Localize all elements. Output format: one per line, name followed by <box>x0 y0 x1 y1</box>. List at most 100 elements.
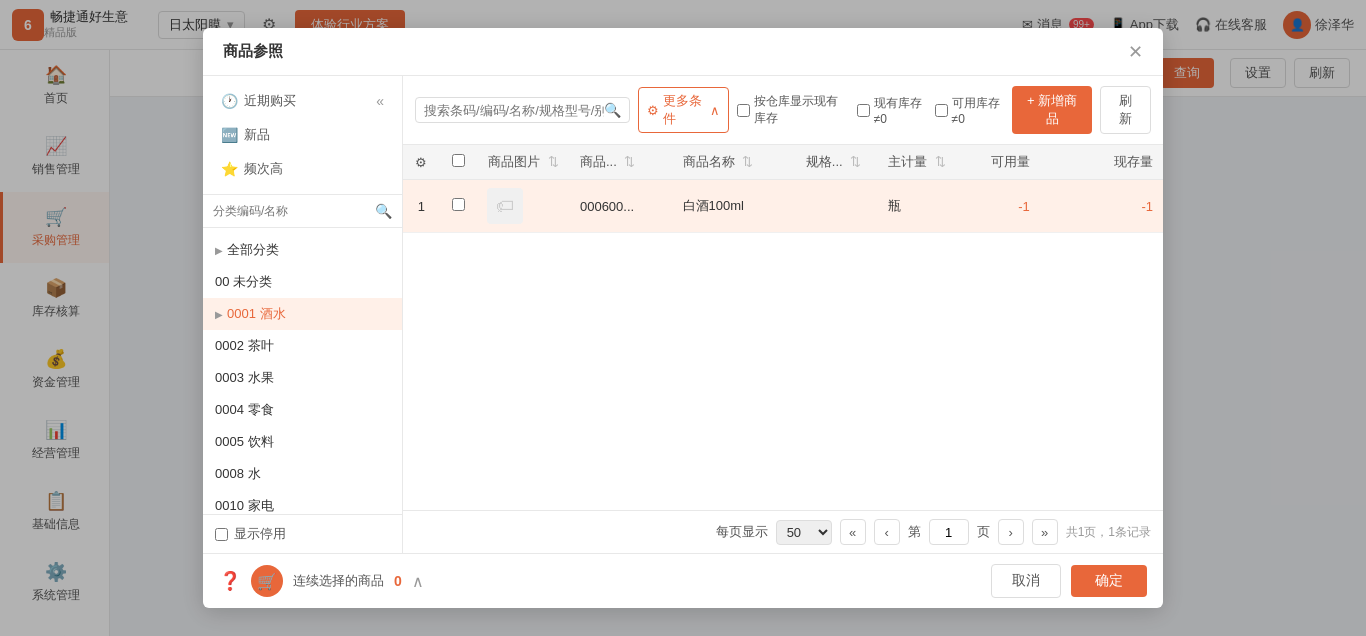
th-img: 商品图片 ⇅ <box>477 145 570 180</box>
prev-page-btn[interactable]: ‹ <box>874 519 900 545</box>
modal-footer: ❓ 🛒 连续选择的商品 0 ∧ 取消 确定 <box>203 553 1163 608</box>
next-page-btn[interactable]: › <box>998 519 1024 545</box>
modal-close-btn[interactable]: ✕ <box>1128 43 1143 61</box>
warehouse-label: 按仓库显示现有库存 <box>754 93 849 127</box>
category-item-water[interactable]: 0008 水 <box>203 458 402 490</box>
th-avail: 可用量 <box>958 145 1040 180</box>
modal-left-panel: 🕐 近期购买 « 🆕 新品 ⭐ 频次高 🔍 <box>203 76 403 553</box>
selected-label: 连续选择的商品 <box>293 572 384 590</box>
row-checkbox[interactable] <box>452 198 465 211</box>
checkbox-avail-ne0[interactable]: 可用库存≠0 <box>935 95 1005 126</box>
expand-icon[interactable]: ∧ <box>412 572 424 591</box>
category-label-tea: 0002 茶叶 <box>215 337 274 355</box>
th-name-label: 商品名称 <box>683 154 735 169</box>
chevron-up-icon: ∧ <box>710 103 720 118</box>
th-unit: 主计量 ⇅ <box>878 145 958 180</box>
clock-icon: 🕐 <box>221 93 238 109</box>
settings-col-icon[interactable]: ⚙ <box>415 155 427 170</box>
star-icon: ⭐ <box>221 161 238 177</box>
show-disabled-checkbox[interactable] <box>215 528 228 541</box>
th-name: 商品名称 ⇅ <box>673 145 796 180</box>
modal-body: 🕐 近期购买 « 🆕 新品 ⭐ 频次高 🔍 <box>203 76 1163 553</box>
cell-spec <box>796 180 878 233</box>
filter-icon: ⚙ <box>647 103 659 118</box>
warehouse-checkbox[interactable] <box>737 104 750 117</box>
table-row[interactable]: 1 🏷 000600... <box>403 180 1163 233</box>
category-list: ▶ 全部分类 00 未分类 ▶ 0001 酒水 0002 茶叶 0003 水果 <box>203 228 402 514</box>
show-disabled-label: 显示停用 <box>234 525 286 543</box>
modal-right-panel: 🔍 ⚙ 更多条件 ∧ 按仓库显示现有库存 现有库存≠0 <box>403 76 1163 553</box>
checkbox-stock-ne0[interactable]: 现有库存≠0 <box>857 95 927 126</box>
category-label-liquor: 0001 酒水 <box>227 305 286 323</box>
category-label-uncategorized: 00 未分类 <box>215 273 272 291</box>
category-label-all: 全部分类 <box>227 241 279 259</box>
cancel-btn[interactable]: 取消 <box>991 564 1061 598</box>
sort-unit-icon: ⇅ <box>935 154 946 169</box>
per-page-label: 每页显示 <box>716 523 768 541</box>
th-stock: 现存量 <box>1081 145 1163 180</box>
confirm-btn[interactable]: 确定 <box>1071 565 1147 597</box>
quick-links-section: 🕐 近期购买 « 🆕 新品 ⭐ 频次高 <box>203 76 402 195</box>
sort-spec-icon: ⇅ <box>850 154 861 169</box>
last-page-btn[interactable]: » <box>1032 519 1058 545</box>
category-item-fruit[interactable]: 0003 水果 <box>203 362 402 394</box>
filter-label: 更多条件 <box>663 92 706 128</box>
category-item-uncategorized[interactable]: 00 未分类 <box>203 266 402 298</box>
select-all-checkbox[interactable] <box>452 154 465 167</box>
checkbox-warehouse[interactable]: 按仓库显示现有库存 <box>737 93 849 127</box>
th-img-label: 商品图片 <box>488 154 540 169</box>
quick-link-new[interactable]: 🆕 新品 <box>213 120 392 150</box>
category-item-snack[interactable]: 0004 零食 <box>203 394 402 426</box>
collapse-icon[interactable]: « <box>376 93 384 109</box>
category-item-appliance[interactable]: 0010 家电 <box>203 490 402 514</box>
category-search-icon[interactable]: 🔍 <box>375 203 392 219</box>
refresh-btn[interactable]: 刷新 <box>1100 86 1151 134</box>
product-stock: -1 <box>1141 199 1153 214</box>
selected-count: 0 <box>394 573 402 589</box>
add-product-btn[interactable]: + 新增商品 <box>1012 86 1091 134</box>
cell-stock: -1 <box>1081 180 1163 233</box>
cell-unit: 瓶 <box>878 180 958 233</box>
product-table-container: ⚙ 商品图片 ⇅ 商品... <box>403 145 1163 510</box>
quick-link-frequent[interactable]: ⭐ 频次高 <box>213 154 392 184</box>
quick-link-frequent-label: 频次高 <box>244 160 283 178</box>
product-image: 🏷 <box>487 188 523 224</box>
per-page-select[interactable]: 50 100 <box>776 520 832 545</box>
stock-ne0-label: 现有库存≠0 <box>874 95 927 126</box>
first-page-btn[interactable]: « <box>840 519 866 545</box>
show-disabled-section: 显示停用 <box>203 514 402 553</box>
sort-name-icon: ⇅ <box>742 154 753 169</box>
new-icon: 🆕 <box>221 127 238 143</box>
page-number-input[interactable] <box>929 519 969 545</box>
cell-name: 白酒100ml <box>673 180 796 233</box>
cart-icon[interactable]: 🛒 <box>251 565 283 597</box>
category-item-beverage[interactable]: 0005 饮料 <box>203 426 402 458</box>
cell-num: 1 <box>403 180 440 233</box>
cell-code: 000600... <box>570 180 673 233</box>
help-icon[interactable]: ❓ <box>219 570 241 592</box>
stock-ne0-checkbox[interactable] <box>857 104 870 117</box>
product-search-box: 🔍 <box>415 97 630 123</box>
product-search-input[interactable] <box>424 103 604 118</box>
category-item-tea[interactable]: 0002 茶叶 <box>203 330 402 362</box>
category-search-input[interactable] <box>213 204 375 218</box>
th-stock-label: 现存量 <box>1114 154 1153 169</box>
quick-link-recent[interactable]: 🕐 近期购买 « <box>213 86 392 116</box>
search-icon[interactable]: 🔍 <box>604 102 621 118</box>
avail-ne0-checkbox[interactable] <box>935 104 948 117</box>
modal-title: 商品参照 <box>223 42 1128 61</box>
product-avail: -1 <box>1018 199 1030 214</box>
sort-img-icon: ⇅ <box>548 154 559 169</box>
product-reference-modal: 商品参照 ✕ 🕐 近期购买 « 🆕 新品 ⭐ <box>203 28 1163 608</box>
category-item-all[interactable]: ▶ 全部分类 <box>203 234 402 266</box>
th-avail-label: 可用量 <box>991 154 1030 169</box>
category-item-liquor[interactable]: ▶ 0001 酒水 <box>203 298 402 330</box>
arrow-icon-liquor: ▶ <box>215 309 223 320</box>
product-table: ⚙ 商品图片 ⇅ 商品... <box>403 145 1163 233</box>
page-suffix: 页 <box>977 523 990 541</box>
quick-link-recent-label: 近期购买 <box>244 92 296 110</box>
th-code-label: 商品... <box>580 154 617 169</box>
quick-link-new-label: 新品 <box>244 126 270 144</box>
filter-btn[interactable]: ⚙ 更多条件 ∧ <box>638 87 729 133</box>
modal-toolbar: 🔍 ⚙ 更多条件 ∧ 按仓库显示现有库存 现有库存≠0 <box>403 76 1163 145</box>
